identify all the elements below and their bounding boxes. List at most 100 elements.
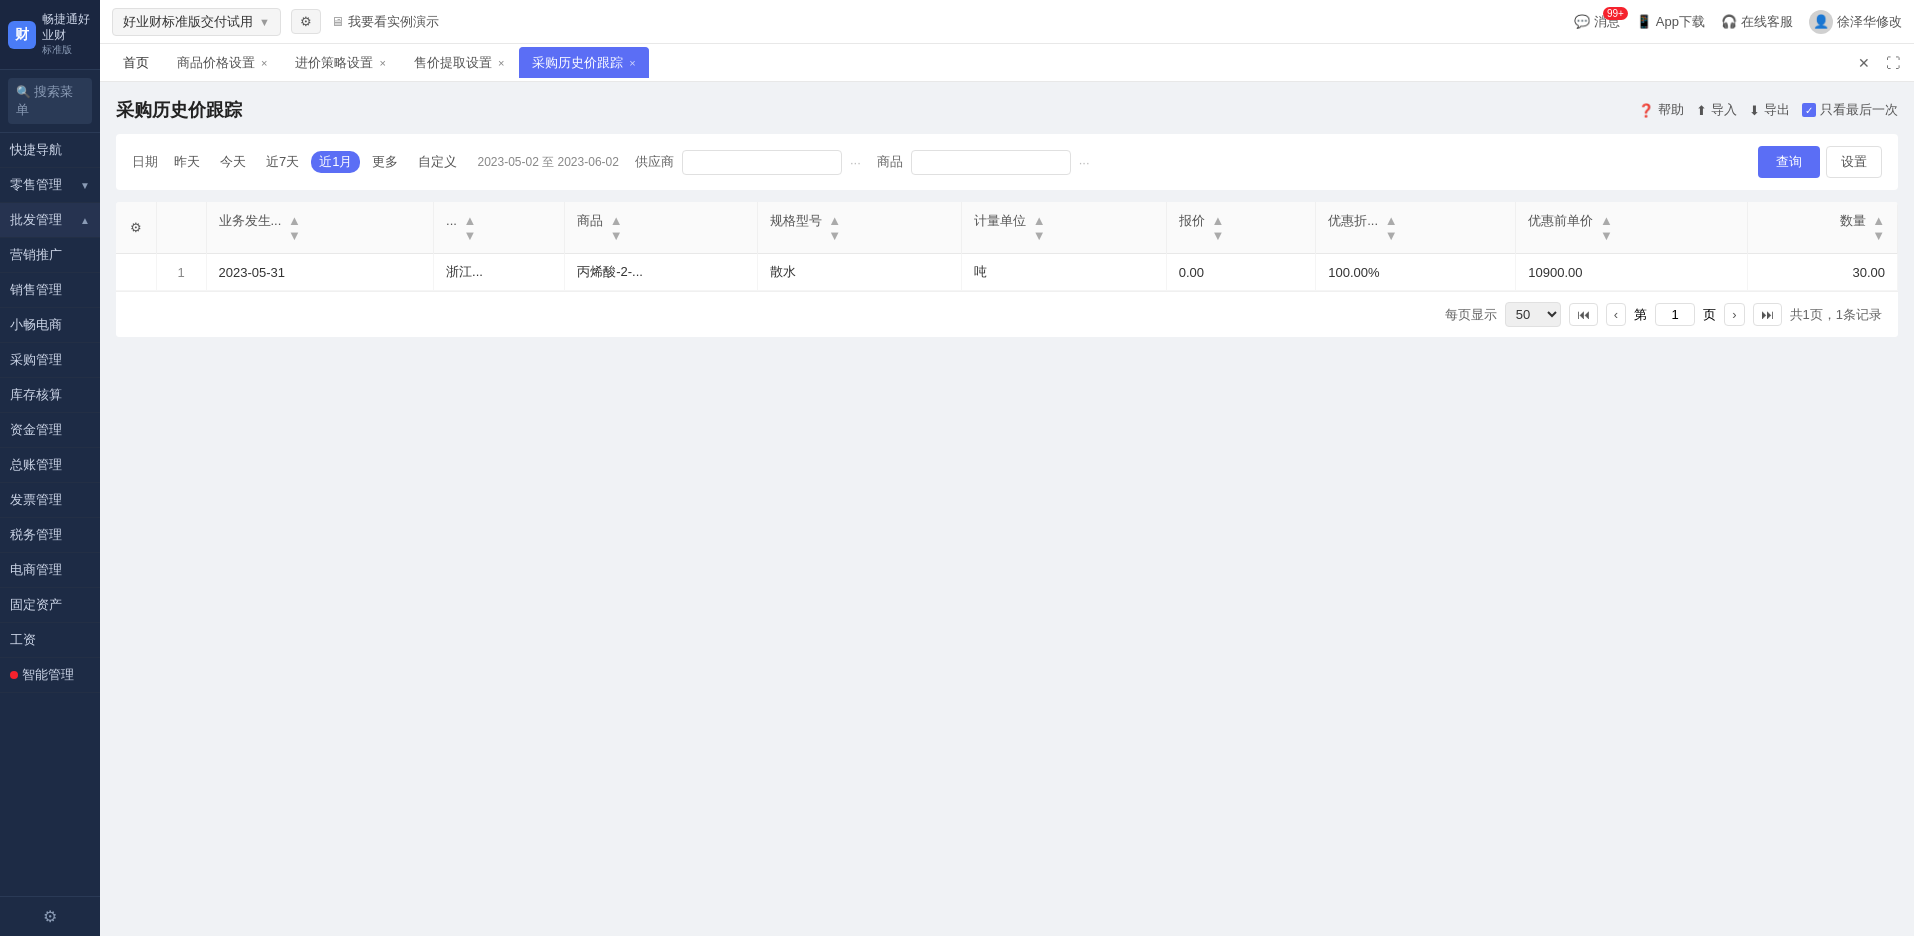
- sidebar-item-purchase[interactable]: 采购管理: [0, 343, 100, 378]
- date-option-today[interactable]: 今天: [212, 151, 254, 173]
- user-profile-button[interactable]: 👤 徐泽华修改: [1809, 10, 1902, 34]
- tab-product-price[interactable]: 商品价格设置 ×: [164, 47, 280, 78]
- tab-price-extraction[interactable]: 售价提取设置 ×: [401, 47, 517, 78]
- th-unit[interactable]: 计量单位 ▲▼: [962, 202, 1167, 254]
- next-page-button[interactable]: ›: [1724, 303, 1744, 326]
- pagination: 每页显示 50 100 200 ⏮ ‹ 第 页 › ⏭ 共1页，1条记录: [116, 291, 1898, 337]
- messages-button[interactable]: 💬 消息 99+: [1574, 13, 1620, 31]
- tab-purchase-strategy[interactable]: 进价策略设置 ×: [282, 47, 398, 78]
- product-filter-label: 商品: [877, 153, 903, 171]
- import-button[interactable]: ⬆ 导入: [1696, 101, 1737, 119]
- prev-page-button[interactable]: ‹: [1606, 303, 1626, 326]
- help-icon: ❓: [1638, 103, 1654, 118]
- first-page-button[interactable]: ⏮: [1569, 303, 1598, 326]
- product-input[interactable]: [911, 150, 1071, 175]
- cell-unit: 吨: [962, 254, 1167, 291]
- th-gear[interactable]: ⚙: [116, 202, 156, 254]
- sidebar-item-quick-nav[interactable]: 快捷导航: [0, 133, 100, 168]
- filter-settings-button[interactable]: 设置: [1826, 146, 1882, 178]
- close-tab-product-price[interactable]: ×: [261, 57, 267, 69]
- page-content: 采购历史价跟踪 ❓ 帮助 ⬆ 导入 ⬇ 导出 只看最后一次: [100, 82, 1914, 936]
- topbar-right: 💬 消息 99+ 📱 App下载 🎧 在线客服 👤 徐泽华修改: [1574, 10, 1902, 34]
- th-biz-date[interactable]: 业务发生... ▲▼: [206, 202, 434, 254]
- tab-home[interactable]: 首页: [110, 47, 162, 78]
- cell-gear: [116, 254, 156, 291]
- th-spec[interactable]: 规格型号 ▲▼: [757, 202, 962, 254]
- chevron-down-icon: ▼: [259, 16, 270, 28]
- sidebar-item-ecommerce-small[interactable]: 小畅电商: [0, 308, 100, 343]
- sidebar-item-invoice[interactable]: 发票管理: [0, 483, 100, 518]
- date-filter-group: 日期 昨天 今天 近7天 近1月 更多 自定义 2023-05-02 至 202…: [132, 151, 619, 173]
- product-more-button[interactable]: ···: [1079, 155, 1090, 170]
- supplier-more-button[interactable]: ···: [850, 155, 861, 170]
- sidebar-item-ledger[interactable]: 总账管理: [0, 448, 100, 483]
- tab-purchase-history[interactable]: 采购历史价跟踪 ×: [519, 47, 648, 78]
- sidebar-item-sales[interactable]: 销售管理: [0, 273, 100, 308]
- only-last-checkbox[interactable]: [1802, 103, 1816, 117]
- th-product[interactable]: 商品 ▲▼: [565, 202, 757, 254]
- sidebar-item-ai[interactable]: 智能管理: [0, 658, 100, 693]
- th-discount[interactable]: 优惠折... ▲▼: [1316, 202, 1516, 254]
- expand-window-button[interactable]: ⛶: [1882, 51, 1904, 75]
- close-tab-purchase-strategy[interactable]: ×: [379, 57, 385, 69]
- sidebar-item-payroll[interactable]: 工资: [0, 623, 100, 658]
- sidebar-item-inventory[interactable]: 库存核算: [0, 378, 100, 413]
- table-header-row: ⚙ 业务发生... ▲▼ ... ▲▼ 商品 ▲▼: [116, 202, 1898, 254]
- version-selector[interactable]: 好业财标准版交付试用 ▼: [112, 8, 281, 36]
- th-quantity[interactable]: 数量 ▲▼: [1748, 202, 1898, 254]
- cell-quantity: 30.00: [1748, 254, 1898, 291]
- window-controls: ✕ ⛶: [1854, 51, 1904, 75]
- page-title: 采购历史价跟踪: [116, 98, 242, 122]
- table-row: 1 2023-05-31 浙江... 丙烯酸-2-... 散水 吨 0.00 1…: [116, 254, 1898, 291]
- sidebar-item-wholesale[interactable]: 批发管理 ▲: [0, 203, 100, 238]
- page-number-input[interactable]: [1655, 303, 1695, 326]
- sidebar-settings-button[interactable]: ⚙: [43, 907, 57, 926]
- th-more1[interactable]: ... ▲▼: [434, 202, 565, 254]
- product-filter-group: 商品 ···: [877, 150, 1090, 175]
- date-range-display: 2023-05-02 至 2023-06-02: [477, 154, 618, 171]
- sidebar-item-retail[interactable]: 零售管理 ▼: [0, 168, 100, 203]
- supplier-filter-label: 供应商: [635, 153, 674, 171]
- sidebar-item-ecommerce[interactable]: 电商管理: [0, 553, 100, 588]
- filter-bar: 日期 昨天 今天 近7天 近1月 更多 自定义 2023-05-02 至 202…: [116, 134, 1898, 190]
- cell-spec: 散水: [757, 254, 962, 291]
- date-option-1month[interactable]: 近1月: [311, 151, 360, 173]
- page-header-actions: ❓ 帮助 ⬆ 导入 ⬇ 导出 只看最后一次: [1638, 101, 1898, 119]
- date-option-custom[interactable]: 自定义: [410, 151, 465, 173]
- sort-icon-unit: ▲▼: [1033, 213, 1046, 243]
- cell-discount: 100.00%: [1316, 254, 1516, 291]
- chevron-right-icon: ▼: [80, 180, 90, 191]
- last-page-button[interactable]: ⏭: [1753, 303, 1782, 326]
- message-icon: 💬: [1574, 14, 1590, 29]
- only-last-checkbox-label[interactable]: 只看最后一次: [1802, 101, 1898, 119]
- th-pre-discount-price[interactable]: 优惠前单价 ▲▼: [1516, 202, 1748, 254]
- sidebar-item-fixed-assets[interactable]: 固定资产: [0, 588, 100, 623]
- sidebar-item-tax[interactable]: 税务管理: [0, 518, 100, 553]
- export-icon: ⬇: [1749, 103, 1760, 118]
- close-window-button[interactable]: ✕: [1854, 51, 1874, 75]
- th-quote[interactable]: 报价 ▲▼: [1166, 202, 1315, 254]
- sidebar-item-marketing[interactable]: 营销推广: [0, 238, 100, 273]
- close-tab-purchase-history[interactable]: ×: [629, 57, 635, 69]
- cell-more1: 浙江...: [434, 254, 565, 291]
- demo-button[interactable]: 🖥 我要看实例演示: [331, 13, 439, 31]
- page-total-label: 共1页，1条记录: [1790, 306, 1882, 324]
- date-option-yesterday[interactable]: 昨天: [166, 151, 208, 173]
- help-button[interactable]: ❓ 帮助: [1638, 101, 1684, 119]
- page-size-select[interactable]: 50 100 200: [1505, 302, 1561, 327]
- date-option-more[interactable]: 更多: [364, 151, 406, 173]
- export-button[interactable]: ⬇ 导出: [1749, 101, 1790, 119]
- close-tab-price-extraction[interactable]: ×: [498, 57, 504, 69]
- app-name: 畅捷通好业财: [42, 12, 92, 43]
- online-service-button[interactable]: 🎧 在线客服: [1721, 13, 1793, 31]
- date-option-7days[interactable]: 近7天: [258, 151, 307, 173]
- sidebar-item-finance[interactable]: 资金管理: [0, 413, 100, 448]
- sort-icon-spec: ▲▼: [828, 213, 841, 243]
- supplier-input[interactable]: [682, 150, 842, 175]
- query-button[interactable]: 查询: [1758, 146, 1820, 178]
- page-unit: 页: [1703, 306, 1716, 324]
- topbar-settings-button[interactable]: ⚙: [291, 9, 321, 34]
- search-menu-button[interactable]: 🔍 搜索菜单: [8, 78, 92, 124]
- notification-dot: [10, 671, 18, 679]
- app-download-button[interactable]: 📱 App下载: [1636, 13, 1705, 31]
